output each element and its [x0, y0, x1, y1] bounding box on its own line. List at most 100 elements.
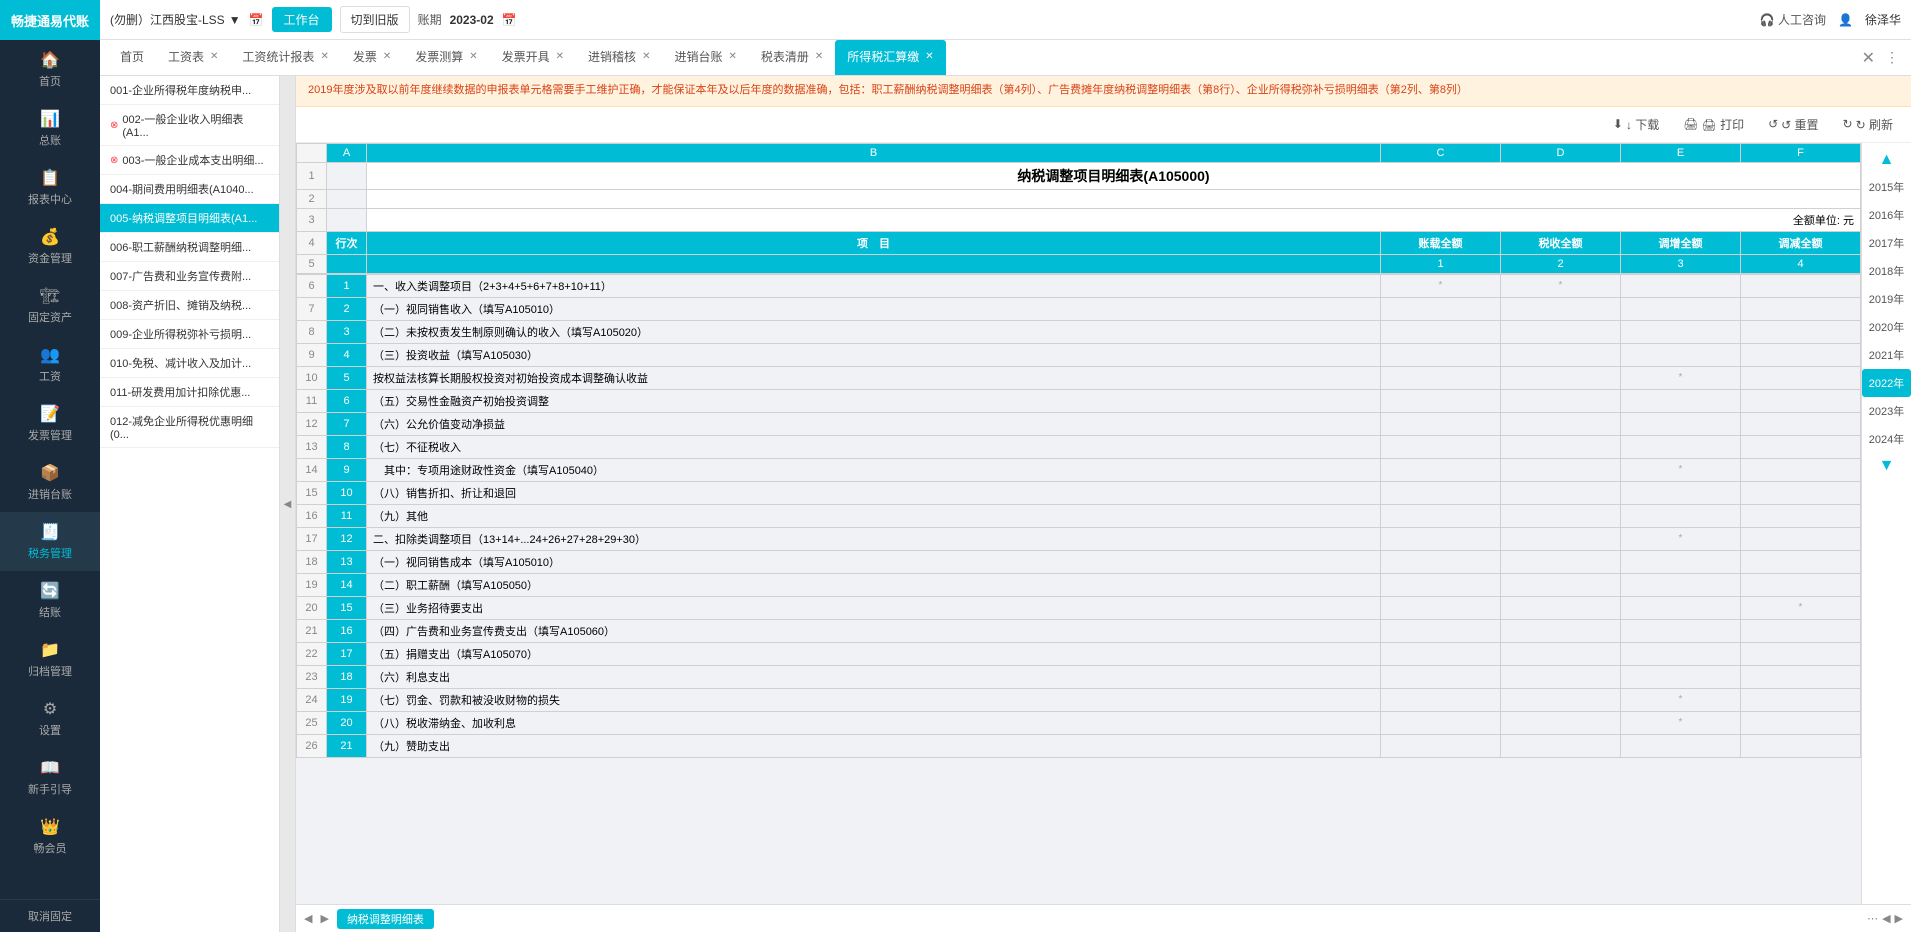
- tab-purchase-check[interactable]: 进销稽核✕: [576, 40, 662, 76]
- help-button[interactable]: 🎧 人工咨询: [1760, 11, 1826, 28]
- left-item-4[interactable]: 005-纳税调整项目明细表(A1...: [100, 204, 279, 233]
- unit-label: 全额单位: 元: [367, 208, 1861, 231]
- table-row: 2015（三）业务招待要支出*: [297, 596, 1861, 619]
- tab-close-invoice-calc[interactable]: ✕: [469, 51, 477, 62]
- tab-income-tax[interactable]: 所得税汇算缴✕: [835, 40, 945, 76]
- left-item-5[interactable]: 006-职工薪酬纳税调整明细...: [100, 233, 279, 262]
- sheet-tab[interactable]: 纳税调整明细表: [337, 909, 434, 929]
- tab-close-tax-clear[interactable]: ✕: [815, 51, 823, 62]
- left-panel: 001-企业所得税年度纳税申... ⊗ 002-一般企业收入明细表(A1... …: [100, 76, 280, 932]
- sidebar-item-report[interactable]: 📋 报表中心: [0, 158, 100, 217]
- panel-collapse-button[interactable]: ◀: [280, 76, 296, 932]
- year-2020[interactable]: 2020年: [1862, 313, 1911, 341]
- print-button[interactable]: 🖨 🖨 打印: [1677, 113, 1750, 136]
- bottom-ellipsis[interactable]: ⋯: [1867, 912, 1878, 925]
- left-item-0[interactable]: 001-企业所得税年度纳税申...: [100, 76, 279, 105]
- col-f-header: 调减全额: [1741, 231, 1861, 254]
- sidebar-item-guide[interactable]: 📖 新手引导: [0, 748, 100, 807]
- col-d-header: 税收全额: [1501, 231, 1621, 254]
- year-2017[interactable]: 2017年: [1862, 229, 1911, 257]
- year-2023[interactable]: 2023年: [1862, 397, 1911, 425]
- switch-old-button[interactable]: 切到旧版: [340, 6, 410, 33]
- bottom-nav-right[interactable]: ▶: [320, 912, 328, 925]
- spreadsheet-table: A B C D E F 1: [296, 143, 1861, 274]
- tab-home[interactable]: 首页: [108, 40, 156, 76]
- sidebar-item-settings[interactable]: ⚙ 设置: [0, 689, 100, 748]
- calendar2-icon[interactable]: 📅: [502, 13, 517, 27]
- table-row: 94（三）投资收益（填写A105030）: [297, 343, 1861, 366]
- sidebar-item-finance[interactable]: 💰 资金管理: [0, 217, 100, 276]
- sidebar-item-ledger[interactable]: 📊 总账: [0, 99, 100, 158]
- table-row: 5 1 2 3 4: [297, 254, 1861, 273]
- year-2024[interactable]: 2024年: [1862, 425, 1911, 453]
- sidebar-item-close[interactable]: 🔄 结账: [0, 571, 100, 630]
- tabbar-close-all[interactable]: ✕: [1856, 48, 1881, 68]
- sidebar-item-home[interactable]: 🏠 首页: [0, 40, 100, 99]
- tab-purchase-ledger[interactable]: 进销台账✕: [662, 40, 748, 76]
- tab-salary-report[interactable]: 工资统计报表✕: [230, 40, 340, 76]
- calendar-icon: 📅: [249, 13, 264, 27]
- member-icon: 👑: [40, 817, 60, 837]
- left-item-11[interactable]: 012-减免企业所得税优惠明细(0...: [100, 407, 279, 448]
- tab-close-purchase-ledger[interactable]: ✕: [728, 51, 736, 62]
- left-item-1[interactable]: ⊗ 002-一般企业收入明细表(A1...: [100, 105, 279, 146]
- sidebar-item-invoice[interactable]: 📝 发票管理: [0, 394, 100, 453]
- tab-invoice-calc[interactable]: 发票测算✕: [403, 40, 489, 76]
- pin-toggle[interactable]: 取消固定: [0, 899, 100, 932]
- headset-icon: 🎧: [1760, 13, 1775, 27]
- refresh-button[interactable]: ↻ ↻ 刷新: [1837, 113, 1899, 136]
- bottom-scroll-left[interactable]: ◀: [1882, 912, 1890, 925]
- tab-close-salary[interactable]: ✕: [210, 51, 218, 62]
- tab-close-invoice-open[interactable]: ✕: [556, 51, 564, 62]
- left-item-7[interactable]: 008-资产折旧、摊销及纳税...: [100, 291, 279, 320]
- workbench-button[interactable]: 工作台: [272, 7, 332, 32]
- table-row: 127（六）公允价值变动净损益: [297, 412, 1861, 435]
- col-header-rownum: [297, 143, 327, 162]
- tab-tax-clear[interactable]: 税表清册✕: [749, 40, 835, 76]
- tab-invoice[interactable]: 发票✕: [341, 40, 403, 76]
- left-item-8[interactable]: 009-企业所得税弥补亏损明...: [100, 320, 279, 349]
- sidebar-item-member[interactable]: 👑 畅会员: [0, 807, 100, 866]
- sidebar-item-tax[interactable]: 🧾 税务管理: [0, 512, 100, 571]
- year-nav-down[interactable]: ▼: [1875, 453, 1899, 479]
- tab-close-income-tax[interactable]: ✕: [925, 51, 933, 62]
- chevron-down-icon: ▼: [229, 13, 241, 27]
- left-item-10[interactable]: 011-研发费用加计扣除优惠...: [100, 378, 279, 407]
- year-2018[interactable]: 2018年: [1862, 257, 1911, 285]
- year-nav: ▲ 2015年 2016年 2017年 2018年 2019年 2020年 20…: [1861, 143, 1911, 904]
- tab-close-salary-report[interactable]: ✕: [320, 51, 328, 62]
- sidebar-item-salary[interactable]: 👥 工资: [0, 335, 100, 394]
- left-item-3[interactable]: 004-期间费用明细表(A1040...: [100, 175, 279, 204]
- spreadsheet-container[interactable]: A B C D E F 1: [296, 143, 1861, 904]
- tab-close-purchase-check[interactable]: ✕: [642, 51, 650, 62]
- tab-close-invoice[interactable]: ✕: [383, 51, 391, 62]
- main-area: (勿删）江西股宝-LSS ▼ 📅 工作台 切到旧版 账期 2023-02 📅 🎧…: [100, 0, 1911, 932]
- reset-button[interactable]: ↺ ↺ 重置: [1762, 113, 1824, 136]
- sidebar-item-assets[interactable]: 🏗 固定资产: [0, 276, 100, 335]
- year-2019[interactable]: 2019年: [1862, 285, 1911, 313]
- sidebar-item-archive[interactable]: 📁 归档管理: [0, 630, 100, 689]
- tab-salary[interactable]: 工资表✕: [156, 40, 230, 76]
- table-row: 1611（九）其他: [297, 504, 1861, 527]
- year-2022[interactable]: 2022年: [1862, 369, 1911, 397]
- year-2021[interactable]: 2021年: [1862, 341, 1911, 369]
- table-row: 3 全额单位: 元: [297, 208, 1861, 231]
- warning-text: 2019年度涉及取以前年度继续数据的申报表单元格需要手工维护正确，才能保证本年及…: [308, 84, 1468, 96]
- left-item-6[interactable]: 007-广告费和业务宣传费附...: [100, 262, 279, 291]
- table-row: 72（一）视同销售收入（填写A105010）: [297, 297, 1861, 320]
- bottom-nav-left[interactable]: ◀: [304, 912, 312, 925]
- sidebar-item-purchase[interactable]: 📦 进销台账: [0, 453, 100, 512]
- year-2016[interactable]: 2016年: [1862, 201, 1911, 229]
- year-2015[interactable]: 2015年: [1862, 173, 1911, 201]
- tab-invoice-open[interactable]: 发票开具✕: [490, 40, 576, 76]
- left-item-9[interactable]: 010-免税、减计收入及加计...: [100, 349, 279, 378]
- left-item-2[interactable]: ⊗ 003-一般企业成本支出明细...: [100, 146, 279, 175]
- col-header-a: A: [327, 143, 367, 162]
- item-header: 项 目: [367, 231, 1381, 254]
- tabbar-settings[interactable]: ⋮: [1881, 49, 1903, 66]
- download-button[interactable]: ⬇ ↓ 下载: [1607, 113, 1665, 136]
- table-row: 1813（一）视同销售成本（填写A105010）: [297, 550, 1861, 573]
- year-nav-up[interactable]: ▲: [1875, 147, 1899, 173]
- table-row: 116（五）交易性金融资产初始投资调整: [297, 389, 1861, 412]
- bottom-scroll-right[interactable]: ▶: [1895, 912, 1903, 925]
